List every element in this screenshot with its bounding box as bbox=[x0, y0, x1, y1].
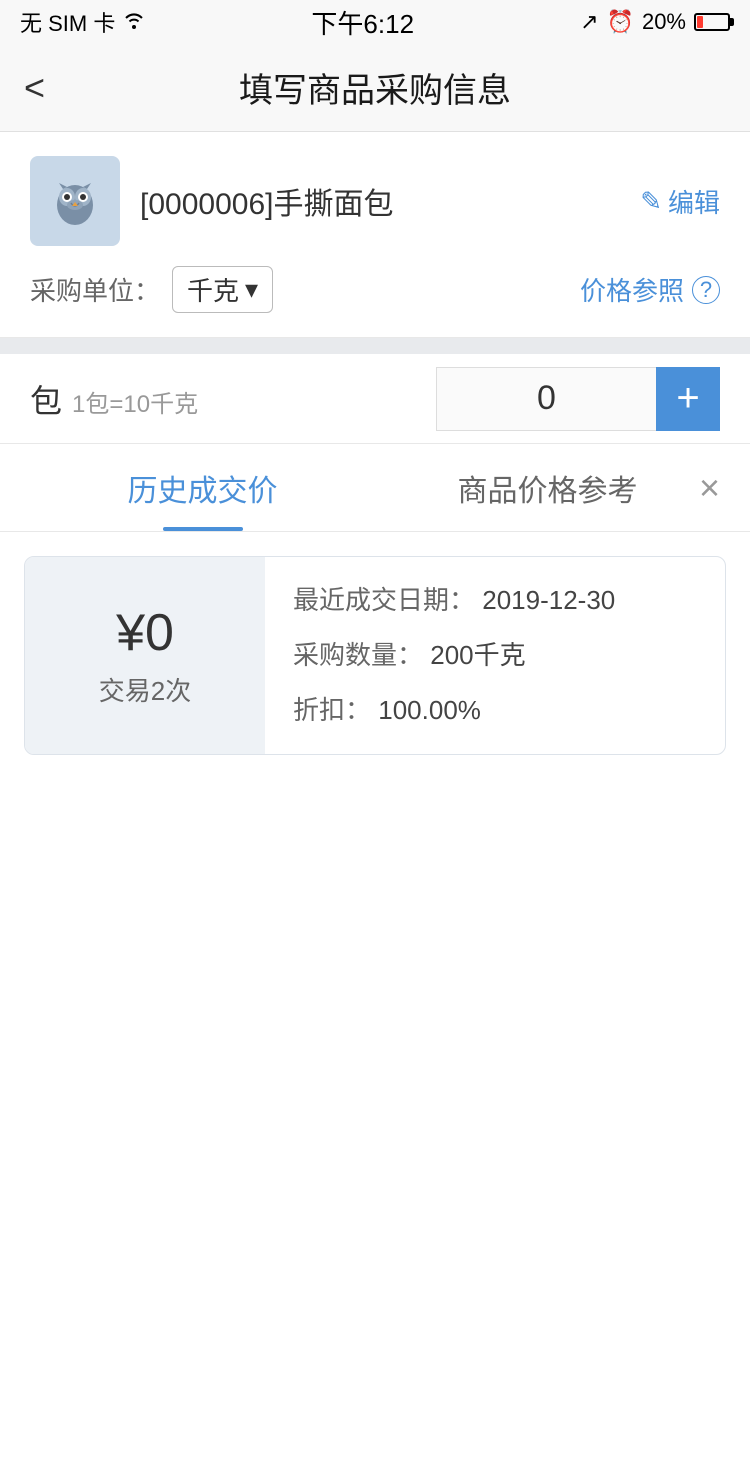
qty-input-area: + bbox=[436, 367, 720, 431]
quantity-row: 包 1包=10千克 + bbox=[0, 354, 750, 444]
product-top: [0000006]手撕面包 ✎ 编辑 bbox=[30, 156, 720, 246]
purchase-qty-label: 采购数量： bbox=[293, 640, 423, 670]
tabs-row: 历史成交价 商品价格参考 × bbox=[0, 444, 750, 532]
product-thumbnail bbox=[30, 156, 120, 246]
tab-active-underline bbox=[163, 527, 243, 531]
page-body bbox=[0, 779, 750, 1479]
qty-plus-button[interactable]: + bbox=[656, 367, 720, 431]
section-divider bbox=[0, 338, 750, 354]
unit-label: 采购单位： bbox=[30, 271, 160, 308]
alarm-icon: ⏰ bbox=[607, 9, 634, 35]
edit-link[interactable]: ✎ 编辑 bbox=[640, 183, 720, 220]
location-icon: ↗ bbox=[580, 9, 598, 35]
price-right-block: 最近成交日期： 2019-12-30 采购数量： 200千克 折扣： 100.0… bbox=[265, 557, 725, 754]
bottom-panel: 历史成交价 商品价格参考 × ¥0 交易2次 最近成交日期： 2019-12-3… bbox=[0, 444, 750, 1479]
price-amount: ¥0 bbox=[116, 603, 174, 663]
status-right: ↗ ⏰ 20% bbox=[580, 9, 730, 35]
recent-date-label: 最近成交日期： bbox=[293, 585, 475, 615]
status-left: 无 SIM 卡 bbox=[20, 6, 145, 38]
status-bar: 无 SIM 卡 下午6:12 ↗ ⏰ 20% bbox=[0, 0, 750, 44]
purchase-qty-value: 200千克 bbox=[430, 640, 525, 670]
battery-pct: 20% bbox=[642, 9, 686, 35]
question-icon: ? bbox=[692, 276, 720, 304]
discount-label: 折扣： bbox=[293, 695, 371, 725]
discount-row: 折扣： 100.00% bbox=[293, 691, 697, 730]
product-bottom: 采购单位： 千克 ▾ 价格参照 ? bbox=[30, 266, 720, 313]
status-time: 下午6:12 bbox=[311, 4, 414, 41]
recent-date-row: 最近成交日期： 2019-12-30 bbox=[293, 581, 697, 620]
discount-value: 100.00% bbox=[378, 695, 481, 725]
product-name: [0000006]手撕面包 bbox=[140, 179, 393, 223]
price-left-block: ¥0 交易2次 bbox=[25, 557, 265, 754]
product-left: [0000006]手撕面包 bbox=[30, 156, 393, 246]
close-button[interactable]: × bbox=[699, 467, 720, 509]
wifi-icon bbox=[123, 9, 145, 35]
carrier-label: 无 SIM 卡 bbox=[20, 6, 115, 38]
edit-icon: ✎ bbox=[640, 186, 662, 217]
qty-unit: 包 bbox=[30, 376, 62, 422]
battery-icon bbox=[694, 13, 730, 31]
qty-sub: 1包=10千克 bbox=[72, 384, 198, 419]
chevron-down-icon: ▾ bbox=[245, 274, 258, 305]
edit-label: 编辑 bbox=[668, 183, 720, 220]
currency-symbol: ¥ bbox=[116, 604, 145, 662]
recent-date-value: 2019-12-30 bbox=[482, 585, 615, 615]
nav-bar: < 填写商品采购信息 bbox=[0, 44, 750, 132]
tab-price-ref-label: 商品价格参考 bbox=[458, 466, 638, 510]
price-card: ¥0 交易2次 最近成交日期： 2019-12-30 采购数量： 200千克 折… bbox=[24, 556, 726, 755]
qty-label-area: 包 1包=10千克 bbox=[30, 376, 198, 422]
unit-row: 采购单位： 千克 ▾ bbox=[30, 266, 273, 313]
tab-price-ref[interactable]: 商品价格参考 bbox=[375, 444, 720, 531]
price-ref-label: 价格参照 bbox=[580, 271, 684, 308]
purchase-qty-row: 采购数量： 200千克 bbox=[293, 636, 697, 675]
price-ref-link[interactable]: 价格参照 ? bbox=[580, 271, 720, 308]
price-times: 交易2次 bbox=[99, 671, 191, 708]
quantity-input[interactable] bbox=[436, 367, 656, 431]
page-title: 填写商品采购信息 bbox=[239, 63, 511, 112]
tab-history-price[interactable]: 历史成交价 bbox=[30, 444, 375, 531]
tab-history-label: 历史成交价 bbox=[128, 466, 278, 510]
price-value: 0 bbox=[145, 604, 174, 662]
back-button[interactable]: < bbox=[24, 67, 45, 109]
product-card: [0000006]手撕面包 ✎ 编辑 采购单位： 千克 ▾ 价格参照 ? bbox=[0, 132, 750, 338]
unit-dropdown[interactable]: 千克 ▾ bbox=[172, 266, 273, 313]
unit-value: 千克 bbox=[187, 271, 239, 308]
